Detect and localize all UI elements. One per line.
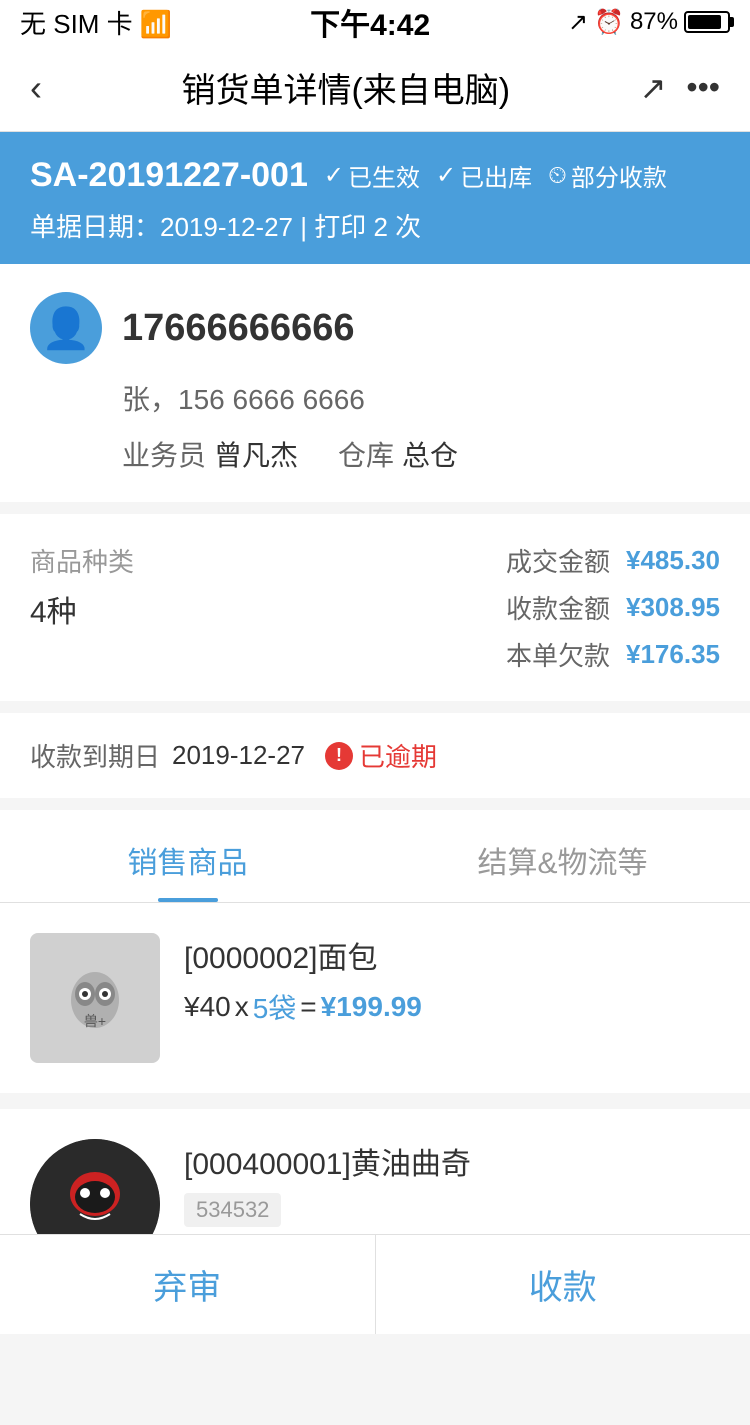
amount-row-1: 收款金额 ¥308.95 [506,589,720,626]
customer-account-id[interactable]: 17666666666 [122,307,354,350]
nav-actions: ↗︎ ••• [640,69,720,107]
amount-value-2: ¥176.35 [626,639,720,670]
tab-settlement[interactable]: 结算&物流等 [375,810,750,902]
location-icon: ↗ [568,8,588,37]
amount-value-0: ¥485.30 [626,545,720,576]
status-active: ✓ 已生效 [324,158,420,193]
product-thumbnail-1: 兽+ [30,933,160,1063]
share-icon[interactable]: ↗︎ [640,69,667,107]
time-display: 下午4:42 [310,0,430,44]
check-icon-1: ✓ [324,161,344,190]
due-label: 收款到期日 [30,737,160,774]
product-qty-1: 5袋 [253,987,297,1027]
tab-sales-products[interactable]: 销售商品 [0,810,375,902]
customer-section: 👤 17666666666 张，156 6666 6666 业务员 曾凡杰 仓库… [0,264,750,502]
product-type-value: 4种 [30,587,134,631]
avatar: 👤 [30,292,102,364]
abandon-review-button[interactable]: 弃审 [0,1235,376,1334]
product-info-1: [0000002]面包 ¥40 x 5袋 = ¥199.99 [184,933,720,1027]
more-icon[interactable]: ••• [686,69,720,106]
amount-group: 成交金额 ¥485.30 收款金额 ¥308.95 本单欠款 ¥176.35 [506,542,720,673]
product-name-2: [000400001]黄油曲奇 [184,1139,720,1183]
overdue-badge: ! 已逾期 [325,737,437,774]
collect-payment-button[interactable]: 收款 [376,1235,750,1334]
amount-value-1: ¥308.95 [626,592,720,623]
overdue-text: 已逾期 [359,737,437,774]
status-right: ↗ ⏰ 87% [568,8,730,37]
action-bar: 弃审 收款 [0,1234,750,1334]
carrier-signal: 无 SIM 卡 📶 [20,4,172,41]
order-header: SA-20191227-001 ✓ 已生效 ✓ 已出库 ⏲ 部分收款 单据日期：… [0,132,750,264]
battery-percent: 87% [630,8,678,36]
back-button[interactable]: ‹ [20,57,52,119]
customer-top: 👤 17666666666 [30,292,720,364]
product-sku-2: 534532 [184,1193,281,1227]
product-price-row-1: ¥40 x 5袋 = ¥199.99 [184,987,720,1027]
svg-text:兽+: 兽+ [84,1013,106,1029]
check-icon-2: ✓ [436,161,456,190]
due-date-value: 2019-12-27 [172,740,305,771]
order-print: 打印 2 次 [314,212,421,242]
status-shipped: ✓ 已出库 [436,158,532,193]
amount-row-0: 成交金额 ¥485.30 [506,542,720,579]
multiply-1: x [235,991,249,1023]
customer-detail: 业务员 曾凡杰 仓库 总仓 [30,434,720,474]
product-price-1: ¥40 [184,991,231,1023]
tabs: 销售商品 结算&物流等 [0,810,750,903]
overdue-exclamation: ! [325,742,353,770]
order-id-row: SA-20191227-001 ✓ 已生效 ✓ 已出库 ⏲ 部分收款 [30,156,720,195]
amount-label-2: 本单欠款 [506,636,610,673]
clock-icon: ⏲ [548,162,567,190]
status-partial: ⏲ 部分收款 [548,158,667,193]
product-total-1: ¥199.99 [321,991,422,1023]
order-date-label: 单据日期：2019-12-27 [30,212,293,242]
warehouse-value: 总仓 [402,434,458,474]
sales-label: 业务员 [122,434,206,474]
warehouse-label: 仓库 [338,434,394,474]
amount-row-2: 本单欠款 ¥176.35 [506,636,720,673]
warehouse: 仓库 总仓 [338,434,458,474]
summary-section: 商品种类 4种 成交金额 ¥485.30 收款金额 ¥308.95 本单欠款 ¥… [0,514,750,701]
list-item: 兽+ [0000002]面包 ¥40 x 5袋 = ¥199.99 [0,903,750,1093]
user-icon: 👤 [41,305,91,352]
customer-name-phone: 张，156 6666 6666 [30,378,720,418]
battery-indicator [684,11,730,33]
order-separator: | [300,212,314,242]
equals-1: = [300,991,316,1023]
status-bar: 无 SIM 卡 📶 下午4:42 ↗ ⏰ 87% [0,0,750,44]
page-title: 销货单详情(来自电脑) [52,63,640,112]
order-id: SA-20191227-001 [30,156,308,195]
order-meta: 单据日期：2019-12-27 | 打印 2 次 [30,207,720,244]
amount-label-1: 收款金额 [506,589,610,626]
sales-person: 业务员 曾凡杰 [122,434,298,474]
product-type-label: 商品种类 [30,542,134,579]
nav-bar: ‹ 销货单详情(来自电脑) ↗︎ ••• [0,44,750,132]
product-type-group: 商品种类 4种 [30,542,134,631]
product-name-1: [0000002]面包 [184,933,720,977]
alarm-icon: ⏰ [594,8,624,37]
content-scroll: SA-20191227-001 ✓ 已生效 ✓ 已出库 ⏲ 部分收款 单据日期：… [0,132,750,1425]
sales-value: 曾凡杰 [214,434,298,474]
amount-label-0: 成交金额 [506,542,610,579]
due-date-section: 收款到期日 2019-12-27 ! 已逾期 [0,713,750,798]
battery-fill [688,15,721,29]
